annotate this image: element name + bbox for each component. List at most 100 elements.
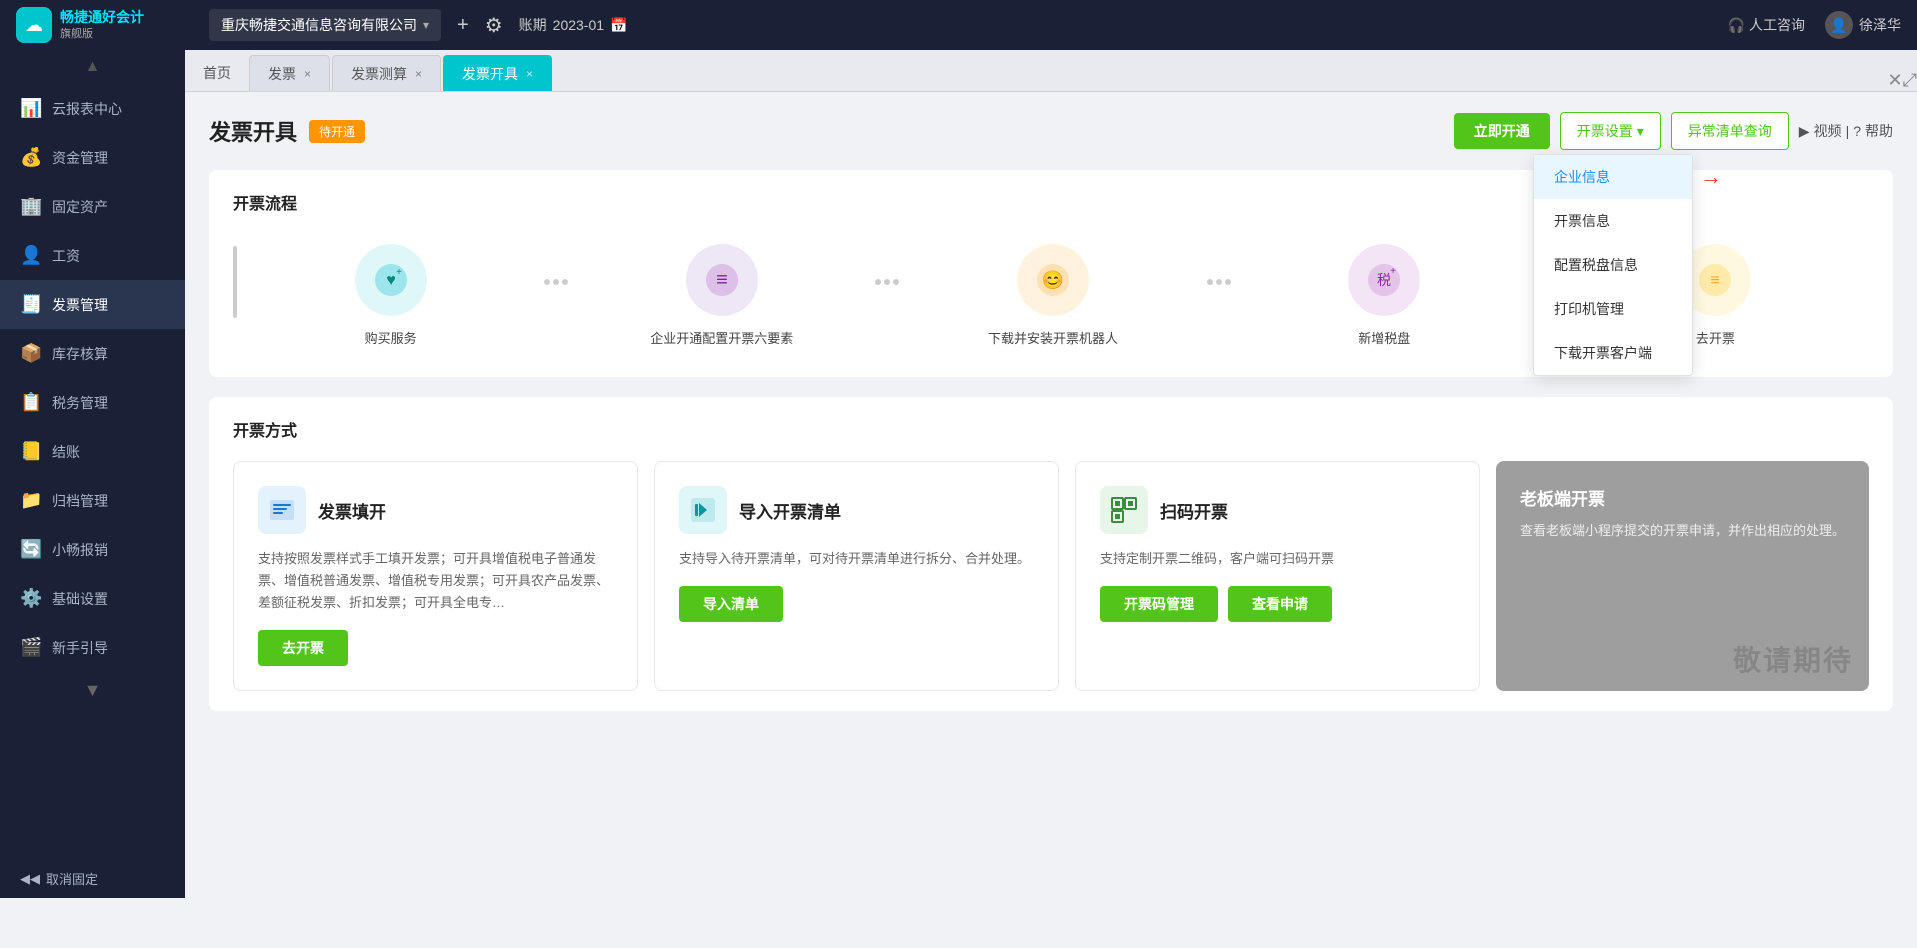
sidebar-item-label: 固定资产 <box>52 197 108 217</box>
calendar-icon[interactable]: 📅 <box>610 17 627 34</box>
svg-text:税: 税 <box>1377 272 1391 288</box>
sidebar-item-cloud-reports[interactable]: 📊 云报表中心 <box>0 84 185 133</box>
support-button[interactable]: 🎧 人工咨询 <box>1728 15 1805 35</box>
separator: | <box>1846 123 1850 139</box>
settings-button-label: 开票设置 <box>1577 121 1633 141</box>
svg-text:+: + <box>396 267 402 278</box>
cancel-label: 取消固定 <box>46 869 98 888</box>
page-content: 发票开具 待开通 立即开通 开票设置 ▾ 异常清单查询 ▶ 视频 | ? 帮助 <box>185 92 1917 898</box>
boss-card-desc: 查看老板端小程序提交的开票申请，并作出相应的处理。 <box>1520 520 1845 542</box>
sidebar-item-label: 结账 <box>52 442 80 462</box>
finance-icon: 💰 <box>20 147 42 168</box>
fill-icon <box>258 486 306 534</box>
close-window-button[interactable]: ✕ <box>1888 70 1903 91</box>
sidebar-item-expense[interactable]: 🔄 小畅报销 <box>0 525 185 574</box>
exception-list-button[interactable]: 异常清单查询 <box>1671 112 1789 150</box>
tab-issue-close[interactable]: × <box>526 67 533 81</box>
billing-fill-btn[interactable]: 去开票 <box>258 630 348 666</box>
play-icon: ▶ <box>1799 123 1810 140</box>
dropdown-item-label: 配置税盘信息 <box>1554 257 1638 273</box>
sidebar-item-finance[interactable]: 💰 资金管理 <box>0 133 185 182</box>
billing-scan-btn2[interactable]: 查看申请 <box>1228 586 1332 622</box>
tab-calc-close[interactable]: × <box>415 67 422 81</box>
step1-icon: ♥ + <box>355 244 427 316</box>
sidebar-item-salary[interactable]: 👤 工资 <box>0 231 185 280</box>
step3-icon: 😊 <box>1017 244 1089 316</box>
sidebar-item-assets[interactable]: 🏢 固定资产 <box>0 182 185 231</box>
settings-nav-icon: ⚙️ <box>20 588 42 609</box>
period-text: 账期 <box>519 15 547 35</box>
dropdown-item-company[interactable]: 企业信息 → <box>1534 155 1692 199</box>
dropdown-item-label: 企业信息 <box>1554 169 1610 185</box>
help-icon: ? <box>1853 123 1861 139</box>
step2-icon: ≡ <box>686 244 758 316</box>
svg-text:≡: ≡ <box>716 269 728 291</box>
settings-dropdown: 企业信息 → 开票信息 配置税盘信息 打印机管理 下载开票客户端 <box>1533 154 1693 376</box>
chevron-down-icon: ▾ <box>423 18 429 32</box>
sidebar-item-invoice[interactable]: 🧾 发票管理 <box>0 280 185 329</box>
billing-import-btn[interactable]: 导入清单 <box>679 586 783 622</box>
sidebar-item-label: 基础设置 <box>52 589 108 609</box>
sidebar-item-settings[interactable]: ⚙️ 基础设置 <box>0 574 185 623</box>
billing-scan-btn1[interactable]: 开票码管理 <box>1100 586 1218 622</box>
billing-card-fill: 发票填开 支持按照发票样式手工填开发票；可开具增值税电子普通发票、增值税普通发票… <box>233 461 638 691</box>
activate-button[interactable]: 立即开通 <box>1454 113 1550 149</box>
billing-title: 开票方式 <box>233 417 1869 441</box>
dropdown-item-invoice-info[interactable]: 开票信息 <box>1534 199 1692 243</box>
logo-text-block: 畅捷通好会计 旗舰版 <box>60 9 144 42</box>
avatar: 👤 <box>1825 11 1853 39</box>
logo-subtitle: 旗舰版 <box>60 25 144 41</box>
flow-step-3: 😊 下载并安装开票机器人 <box>899 244 1206 347</box>
tab-invoice-close[interactable]: × <box>304 67 311 81</box>
video-button[interactable]: ▶ 视频 | ? 帮助 <box>1799 121 1893 141</box>
scan-icon <box>1100 486 1148 534</box>
billing-section: 开票方式 发票填开 <box>209 397 1893 711</box>
dropdown-item-tax-config[interactable]: 配置税盘信息 <box>1534 243 1692 287</box>
billing-import-header: 导入开票清单 <box>679 486 1034 534</box>
company-name: 重庆畅捷交通信息咨询有限公司 <box>221 15 417 35</box>
step1-label: 购买服务 <box>365 328 417 347</box>
sidebar-item-archive[interactable]: 📁 归档管理 <box>0 476 185 525</box>
salary-icon: 👤 <box>20 245 42 266</box>
company-selector[interactable]: 重庆畅捷交通信息咨询有限公司 ▾ <box>209 9 441 41</box>
sidebar-item-tax[interactable]: 📋 税务管理 <box>0 378 185 427</box>
dropdown-item-label: 下载开票客户端 <box>1554 345 1652 361</box>
top-header: ☁ 畅捷通好会计 旗舰版 重庆畅捷交通信息咨询有限公司 ▾ + ⚙ 账期 202… <box>0 0 1917 50</box>
header-actions: + ⚙ 账期 2023-01 📅 <box>457 13 627 38</box>
tab-invoice[interactable]: 发票 × <box>249 55 330 91</box>
inventory-icon: 📦 <box>20 343 42 364</box>
sidebar-item-label: 发票管理 <box>52 295 108 315</box>
dropdown-item-download-client[interactable]: 下载开票客户端 <box>1534 331 1692 375</box>
period-label: 账期 2023-01 📅 <box>519 15 628 35</box>
billing-import-title: 导入开票清单 <box>739 498 841 523</box>
add-button[interactable]: + <box>457 14 469 37</box>
maximize-window-button[interactable]: ⤢ <box>1903 70 1917 91</box>
tab-issue[interactable]: 发票开具 × <box>443 55 552 91</box>
user-area[interactable]: 👤 徐泽华 <box>1825 11 1901 39</box>
svg-text:≡: ≡ <box>1711 272 1720 289</box>
step3-label: 下载并安装开票机器人 <box>988 328 1118 347</box>
sidebar-item-label: 工资 <box>52 246 80 266</box>
tab-issue-label: 发票开具 <box>462 64 518 84</box>
settings-button[interactable]: 开票设置 ▾ <box>1560 112 1661 150</box>
billing-card-import: 导入开票清单 支持导入待开票清单，可对待开票清单进行拆分、合并处理。 导入清单 <box>654 461 1059 691</box>
tab-calc[interactable]: 发票测算 × <box>332 55 441 91</box>
boss-card-overlay-text: 敬请期待 <box>1733 639 1853 679</box>
sidebar-scroll-up[interactable]: ▲ <box>0 50 185 84</box>
billing-fill-title: 发票填开 <box>318 498 386 523</box>
svg-text:♥: ♥ <box>386 272 396 289</box>
billing-fill-desc: 支持按照发票样式手工填开发票；可开具增值税电子普通发票、增值税普通发票、增值税专… <box>258 548 613 614</box>
sidebar-item-settlement[interactable]: 📒 结账 <box>0 427 185 476</box>
sidebar-item-inventory[interactable]: 📦 库存核算 <box>0 329 185 378</box>
sidebar-item-guide[interactable]: 🎬 新手引导 <box>0 623 185 672</box>
sidebar-scroll-down[interactable]: ▼ <box>0 672 185 709</box>
tab-bar: 首页 发票 × 发票测算 × 发票开具 × ✕ ⤢ <box>185 50 1917 92</box>
billing-import-desc: 支持导入待开票清单，可对待开票清单进行拆分、合并处理。 <box>679 548 1034 570</box>
tab-home[interactable]: 首页 <box>185 55 249 91</box>
settings-icon[interactable]: ⚙ <box>485 13 503 38</box>
dropdown-item-printer[interactable]: 打印机管理 <box>1534 287 1692 331</box>
billing-methods-list: 发票填开 支持按照发票样式手工填开发票；可开具增值税电子普通发票、增值税普通发票… <box>233 461 1869 691</box>
cancel-pin-button[interactable]: ◀◀ 取消固定 <box>0 859 185 898</box>
logo-icon: ☁ <box>16 7 52 43</box>
window-controls-area: ✕ ⤢ <box>1888 70 1917 91</box>
